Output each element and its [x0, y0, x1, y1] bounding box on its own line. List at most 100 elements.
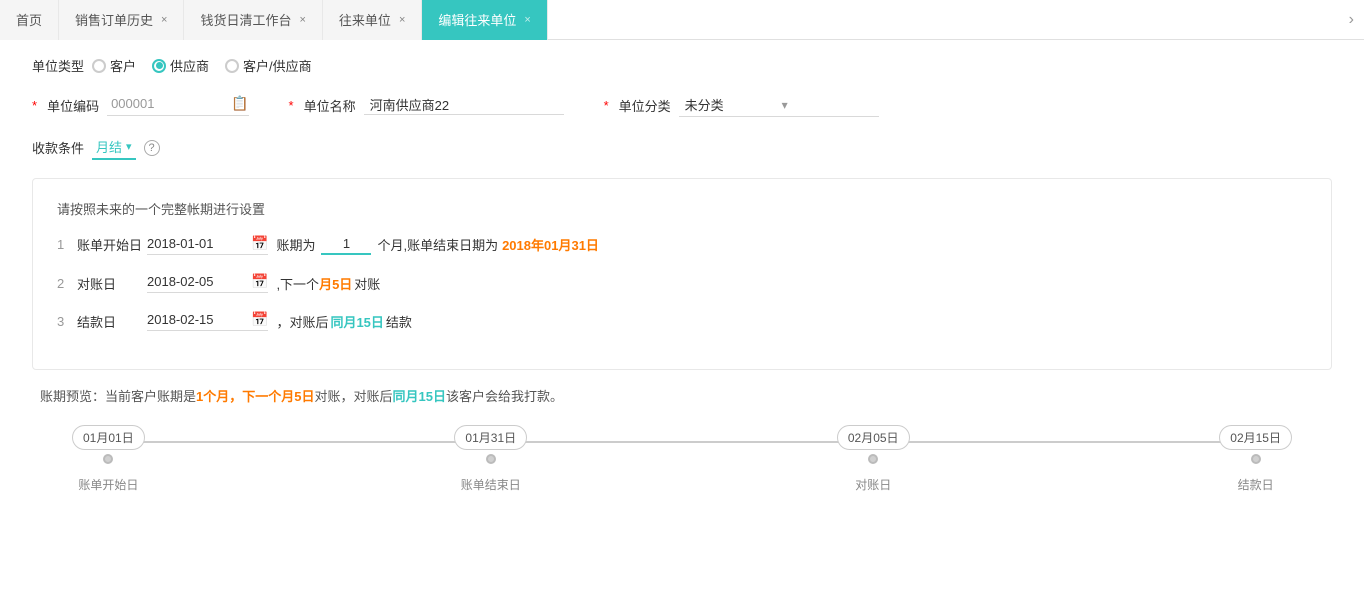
- period-desc-1b: 个月,账单结束日期为: [377, 235, 498, 254]
- unit-category-label: 单位分类: [619, 96, 671, 115]
- preview-part2: 下一个月5日: [242, 389, 314, 404]
- close-cash-work-icon[interactable]: ×: [299, 14, 305, 26]
- tl-point-0: 01月01日 账单开始日: [72, 425, 145, 493]
- payment-label: 收款条件: [32, 138, 84, 157]
- payment-select[interactable]: 月结 ▾: [92, 135, 136, 160]
- tl-dot-3: [1251, 454, 1261, 464]
- tabs-expand-icon[interactable]: ›: [1349, 11, 1364, 29]
- close-edit-partner-icon[interactable]: ×: [524, 14, 530, 26]
- period-label-1: 账单开始日: [77, 235, 147, 254]
- unit-type-row: 单位类型 客户 供应商 客户/供应商: [32, 56, 1332, 75]
- payment-chevron-icon: ▾: [126, 140, 132, 153]
- calendar-1-icon[interactable]: 📅: [251, 235, 268, 252]
- unit-code-icon[interactable]: 📋: [231, 95, 248, 112]
- preview-text: 账期预览：当前客户账期是1个月，下一个月5日对账，对账后同月15日该客户会给我打…: [32, 386, 1332, 405]
- period-highlight-3: 同月15日: [330, 312, 383, 331]
- tl-badge-1: 01月31日: [454, 425, 527, 450]
- radio-supplier-circle: [152, 59, 166, 73]
- unit-code-star: *: [32, 98, 37, 113]
- unit-category-group: * 单位分类 未分类 ▾: [604, 93, 879, 117]
- payment-help-icon[interactable]: ?: [144, 140, 160, 156]
- main-content: 单位类型 客户 供应商 客户/供应商 * 单位编码 📋: [0, 40, 1364, 608]
- radio-supplier-label: 供应商: [170, 56, 209, 75]
- preview-middle: 对账，对账后: [314, 389, 392, 404]
- unit-code-input[interactable]: [107, 94, 227, 113]
- tl-point-2: 02月05日 对账日: [837, 425, 910, 493]
- period-label-3: 结款日: [77, 312, 147, 331]
- tl-dot-2: [868, 454, 878, 464]
- tl-dot-1: [486, 454, 496, 464]
- radio-customer-label: 客户: [110, 56, 136, 75]
- unit-category-chevron-icon: ▾: [782, 98, 873, 112]
- period-date-2-input[interactable]: [147, 274, 247, 289]
- period-num-3: 3: [57, 314, 77, 329]
- radio-customer[interactable]: 客户: [92, 56, 136, 75]
- close-partner-unit-icon[interactable]: ×: [399, 14, 405, 26]
- period-row-1: 1 账单开始日 📅 账期为 个月,账单结束日期为 2018年01月31日: [57, 234, 1307, 255]
- period-desc-3b: 结款: [386, 312, 412, 331]
- unit-code-label: 单位编码: [47, 96, 99, 115]
- radio-supplier[interactable]: 供应商: [152, 56, 209, 75]
- close-sales-history-icon[interactable]: ×: [161, 14, 167, 26]
- preview-prefix: 账期预览：当前客户账期是: [40, 389, 196, 404]
- tab-sales-label: 销售订单历史: [75, 10, 153, 29]
- period-date-3-wrap: 📅: [147, 311, 268, 331]
- unit-category-value: 未分类: [685, 95, 776, 114]
- tab-sales-history[interactable]: 销售订单历史 ×: [59, 0, 184, 40]
- period-desc-3a: ，对账后: [276, 312, 328, 331]
- unit-type-label: 单位类型: [32, 56, 84, 75]
- unit-type-radio-group: 客户 供应商 客户/供应商: [92, 56, 312, 75]
- period-row-3: 3 结款日 📅 ，对账后 同月15日 结款: [57, 311, 1307, 331]
- period-date-1-wrap: 📅: [147, 235, 268, 255]
- unit-fields-row: * 单位编码 📋 * 单位名称 * 单位分类 未分类 ▾: [32, 93, 1332, 117]
- tab-partner-unit[interactable]: 往来单位 ×: [323, 0, 422, 40]
- period-desc-1a: 账期为: [276, 235, 315, 254]
- tab-home[interactable]: 首页: [0, 0, 59, 40]
- period-title: 请按照未来的一个完整帐期进行设置: [57, 199, 1307, 218]
- tl-point-3: 02月15日 结款日: [1219, 425, 1292, 493]
- preview-suffix: 该客户会给我打款。: [446, 389, 563, 404]
- tab-edit-partner-label: 编辑往来单位: [438, 10, 516, 29]
- tab-cash-work[interactable]: 钱货日清工作台 ×: [184, 0, 322, 40]
- unit-name-input[interactable]: [364, 95, 564, 115]
- tab-partner-label: 往来单位: [339, 10, 391, 29]
- radio-both-label: 客户/供应商: [243, 56, 312, 75]
- tl-dot-0: [103, 454, 113, 464]
- tl-badge-3: 02月15日: [1219, 425, 1292, 450]
- unit-code-input-wrap: 📋: [107, 94, 248, 116]
- period-date-1-input[interactable]: [147, 236, 247, 251]
- unit-code-group: * 单位编码 📋: [32, 94, 249, 116]
- month-input[interactable]: [321, 234, 371, 253]
- payment-value: 月结: [96, 137, 122, 156]
- period-desc-2a: ,下一个: [276, 274, 319, 293]
- unit-name-group: * 单位名称: [289, 95, 564, 115]
- payment-row: 收款条件 月结 ▾ ?: [32, 135, 1332, 160]
- unit-category-select[interactable]: 未分类 ▾: [679, 93, 879, 117]
- period-box: 请按照未来的一个完整帐期进行设置 1 账单开始日 📅 账期为 个月,账单结束日期…: [32, 178, 1332, 370]
- tl-label-2: 对账日: [855, 476, 891, 493]
- calendar-2-icon[interactable]: 📅: [251, 273, 268, 290]
- tl-badge-0: 01月01日: [72, 425, 145, 450]
- month-input-wrap: [321, 234, 371, 255]
- timeline-container: 01月01日 账单开始日 01月31日 账单结束日 02月05日 对账日 02月…: [32, 425, 1332, 533]
- radio-both-circle: [225, 59, 239, 73]
- tl-label-3: 结款日: [1238, 476, 1274, 493]
- tl-point-1: 01月31日 账单结束日: [454, 425, 527, 493]
- unit-name-star: *: [289, 98, 294, 113]
- unit-name-label: 单位名称: [304, 96, 356, 115]
- radio-customer-circle: [92, 59, 106, 73]
- period-num-2: 2: [57, 276, 77, 291]
- radio-both[interactable]: 客户/供应商: [225, 56, 312, 75]
- period-highlight-2: 月5日: [319, 274, 352, 293]
- tab-edit-partner[interactable]: 编辑往来单位 ×: [422, 0, 547, 40]
- unit-category-star: *: [604, 98, 609, 113]
- tab-home-label: 首页: [16, 10, 42, 29]
- period-num-1: 1: [57, 237, 77, 252]
- period-date-3-input[interactable]: [147, 312, 247, 327]
- tl-label-1: 账单结束日: [461, 476, 521, 493]
- tabs-bar: 首页 销售订单历史 × 钱货日清工作台 × 往来单位 × 编辑往来单位 × ›: [0, 0, 1364, 40]
- timeline-points: 01月01日 账单开始日 01月31日 账单结束日 02月05日 对账日 02月…: [72, 425, 1292, 493]
- period-row-2: 2 对账日 📅 ,下一个 月5日 对账: [57, 273, 1307, 293]
- calendar-3-icon[interactable]: 📅: [251, 311, 268, 328]
- period-date-2-wrap: 📅: [147, 273, 268, 293]
